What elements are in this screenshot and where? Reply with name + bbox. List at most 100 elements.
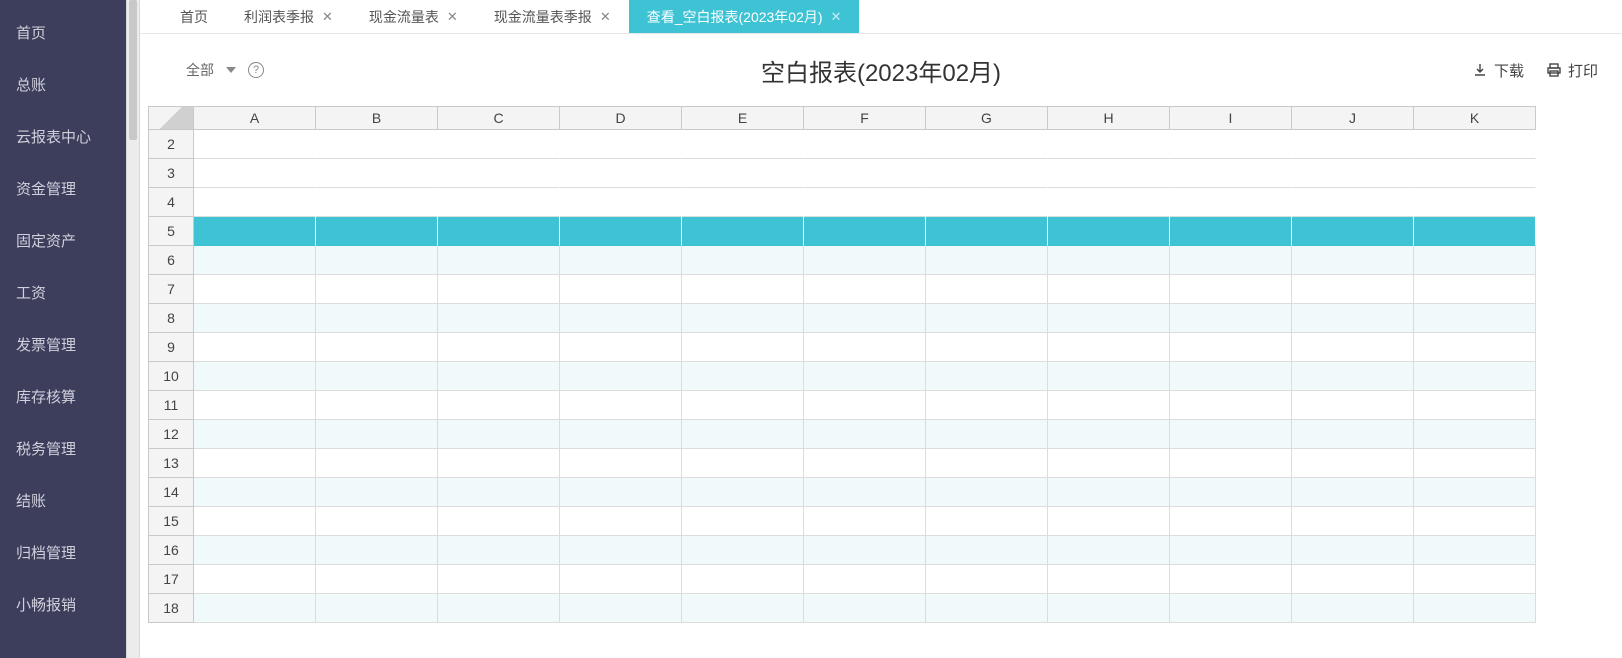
cell[interactable] [1048, 217, 1170, 246]
cell[interactable] [194, 275, 316, 304]
sidebar-item[interactable]: 总账 [0, 58, 126, 110]
sidebar-item[interactable]: 归档管理 [0, 526, 126, 578]
tab[interactable]: 现金流量表✕ [351, 0, 476, 33]
row-header[interactable]: 16 [148, 536, 194, 565]
cell[interactable] [560, 304, 682, 333]
cell[interactable] [560, 391, 682, 420]
tab[interactable]: 首页 [162, 0, 226, 33]
cell[interactable] [1292, 478, 1414, 507]
cell[interactable] [1048, 478, 1170, 507]
cell[interactable] [194, 188, 316, 217]
cell[interactable] [560, 507, 682, 536]
cell[interactable] [804, 565, 926, 594]
download-button[interactable]: 下载 [1472, 60, 1524, 81]
cell[interactable] [560, 188, 682, 217]
cell[interactable] [438, 478, 560, 507]
cell[interactable] [316, 362, 438, 391]
cell[interactable] [194, 304, 316, 333]
cell[interactable] [1292, 333, 1414, 362]
cell[interactable] [1170, 246, 1292, 275]
cell[interactable] [926, 159, 1048, 188]
column-header[interactable]: I [1170, 106, 1292, 130]
cell[interactable] [560, 449, 682, 478]
cell[interactable] [926, 507, 1048, 536]
column-header[interactable]: G [926, 106, 1048, 130]
select-all-corner[interactable] [148, 106, 194, 130]
cell[interactable] [438, 391, 560, 420]
cell[interactable] [1414, 217, 1536, 246]
cell[interactable] [194, 594, 316, 623]
cell[interactable] [1048, 391, 1170, 420]
cell[interactable] [438, 362, 560, 391]
column-header[interactable]: D [560, 106, 682, 130]
cell[interactable] [1292, 130, 1414, 159]
cell[interactable] [804, 304, 926, 333]
column-header[interactable]: B [316, 106, 438, 130]
cell[interactable] [926, 391, 1048, 420]
cell[interactable] [682, 507, 804, 536]
cell[interactable] [1170, 333, 1292, 362]
cell[interactable] [682, 217, 804, 246]
cell[interactable] [1292, 507, 1414, 536]
cell[interactable] [926, 536, 1048, 565]
column-header[interactable]: J [1292, 106, 1414, 130]
cell[interactable] [926, 275, 1048, 304]
cell[interactable] [194, 333, 316, 362]
cell[interactable] [316, 536, 438, 565]
cell[interactable] [1048, 594, 1170, 623]
cell[interactable] [316, 217, 438, 246]
cell[interactable] [1414, 594, 1536, 623]
cell[interactable] [804, 362, 926, 391]
cell[interactable] [1170, 304, 1292, 333]
cell[interactable] [804, 536, 926, 565]
cell[interactable] [560, 246, 682, 275]
cell[interactable] [1048, 536, 1170, 565]
cell[interactable] [1048, 362, 1170, 391]
tab[interactable]: 现金流量表季报✕ [476, 0, 629, 33]
cell[interactable] [1414, 188, 1536, 217]
cell[interactable] [1414, 304, 1536, 333]
cell[interactable] [1048, 449, 1170, 478]
cell[interactable] [682, 420, 804, 449]
tab[interactable]: 查看_空白报表(2023年02月)✕ [629, 0, 860, 33]
sidebar-item[interactable]: 发票管理 [0, 318, 126, 370]
tab[interactable]: 利润表季报✕ [226, 0, 351, 33]
cell[interactable] [804, 188, 926, 217]
row-header[interactable]: 3 [148, 159, 194, 188]
cell[interactable] [438, 449, 560, 478]
cell[interactable] [316, 391, 438, 420]
cell[interactable] [194, 159, 316, 188]
cell[interactable] [1170, 420, 1292, 449]
cell[interactable] [194, 130, 316, 159]
cell[interactable] [438, 130, 560, 159]
cell[interactable] [438, 217, 560, 246]
cell[interactable] [682, 304, 804, 333]
cell[interactable] [926, 420, 1048, 449]
cell[interactable] [316, 275, 438, 304]
sidebar-scrollbar[interactable] [126, 0, 140, 658]
cell[interactable] [316, 565, 438, 594]
cell[interactable] [560, 362, 682, 391]
cell[interactable] [1292, 362, 1414, 391]
cell[interactable] [1170, 362, 1292, 391]
column-header[interactable]: K [1414, 106, 1536, 130]
cell[interactable] [1414, 130, 1536, 159]
cell[interactable] [804, 159, 926, 188]
cell[interactable] [560, 130, 682, 159]
cell[interactable] [1414, 449, 1536, 478]
cell[interactable] [926, 130, 1048, 159]
column-header[interactable]: H [1048, 106, 1170, 130]
cell[interactable] [1292, 449, 1414, 478]
cell[interactable] [438, 507, 560, 536]
cell[interactable] [1170, 188, 1292, 217]
cell[interactable] [438, 565, 560, 594]
cell[interactable] [1292, 420, 1414, 449]
close-icon[interactable]: ✕ [831, 9, 842, 25]
cell[interactable] [926, 333, 1048, 362]
cell[interactable] [316, 449, 438, 478]
cell[interactable] [316, 478, 438, 507]
cell[interactable] [560, 536, 682, 565]
row-header[interactable]: 7 [148, 275, 194, 304]
cell[interactable] [560, 275, 682, 304]
cell[interactable] [804, 391, 926, 420]
